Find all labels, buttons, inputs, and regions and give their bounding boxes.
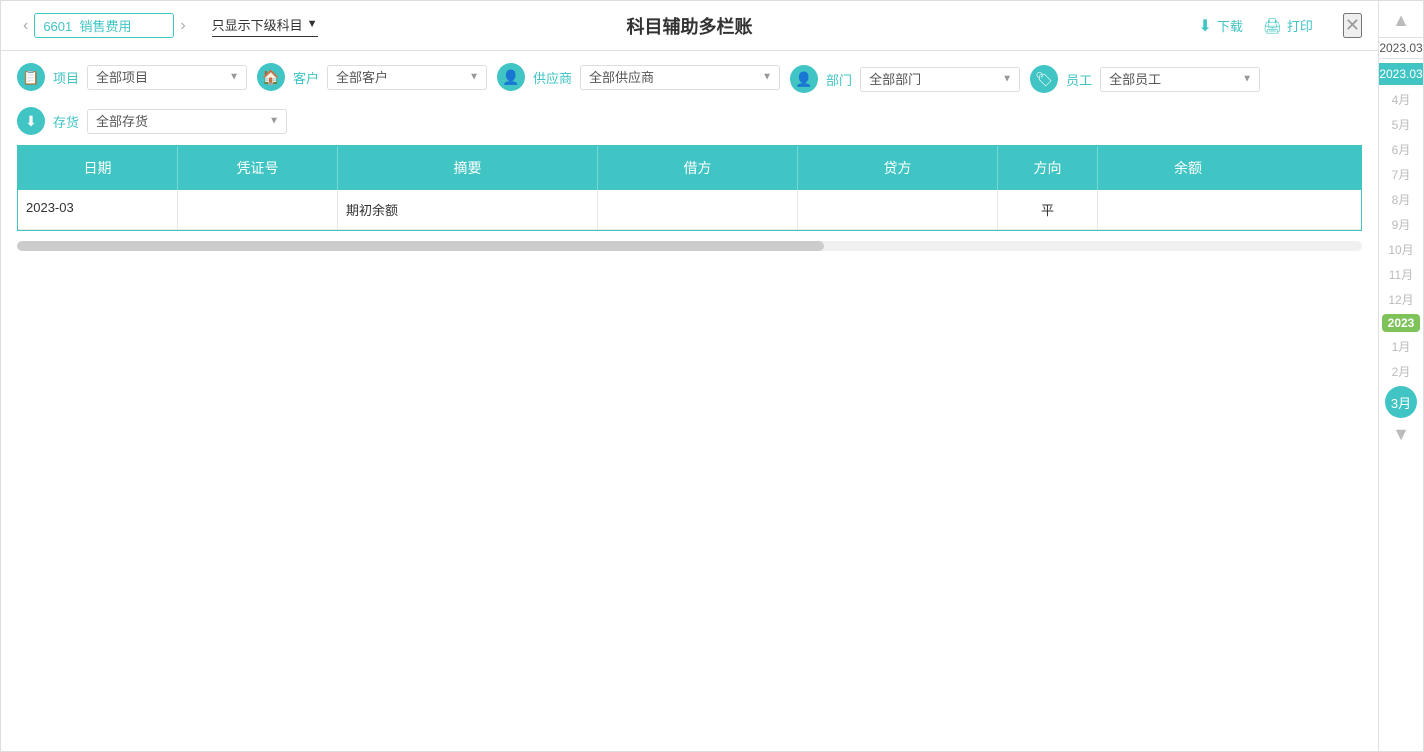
scrollbar-thumb[interactable] bbox=[17, 241, 824, 251]
inventory-select-wrapper: 全部存货 bbox=[87, 109, 287, 134]
supplier-label: 供应商 bbox=[533, 68, 572, 87]
department-select[interactable]: 全部部门 bbox=[860, 67, 1020, 92]
account-selector bbox=[34, 13, 174, 38]
col-voucher: 凭证号 bbox=[178, 146, 338, 190]
department-label: 部门 bbox=[826, 70, 852, 89]
print-button[interactable]: 🖨 打印 bbox=[1263, 16, 1313, 35]
table-row[interactable]: 2023-03 期初余额 平 bbox=[18, 190, 1361, 230]
sidebar-month-5[interactable]: 5月 bbox=[1381, 112, 1421, 137]
col-summary: 摘要 bbox=[338, 146, 598, 190]
sidebar-month-11[interactable]: 11月 bbox=[1381, 262, 1421, 287]
table-header: 日期 凭证号 摘要 借方 贷方 方向 余额 bbox=[18, 146, 1361, 190]
inventory-icon: ⬇ bbox=[17, 107, 45, 135]
inventory-label: 存货 bbox=[53, 112, 79, 131]
sidebar-month-3-active[interactable]: 3月 bbox=[1385, 386, 1417, 418]
cell-balance bbox=[1098, 190, 1278, 229]
header-actions: ⬇ 下载 🖨 打印 ✕ bbox=[1198, 13, 1362, 38]
department-select-wrapper: 全部部门 bbox=[860, 67, 1020, 92]
inventory-select[interactable]: 全部存货 bbox=[87, 109, 287, 134]
cell-voucher bbox=[178, 190, 338, 229]
sidebar-month-12[interactable]: 12月 bbox=[1381, 287, 1421, 312]
customer-icon: 🏠 bbox=[257, 63, 285, 91]
sidebar-nav-down[interactable]: ▼ bbox=[1388, 420, 1414, 449]
table-body: 2023-03 期初余额 平 bbox=[18, 190, 1361, 230]
sidebar-month-8[interactable]: 8月 bbox=[1381, 187, 1421, 212]
employee-select-wrapper: 全部员工 bbox=[1100, 67, 1260, 92]
year-badge: 2023 bbox=[1382, 314, 1421, 332]
close-button[interactable]: ✕ bbox=[1343, 13, 1362, 38]
department-filter: 👤 部门 全部部门 bbox=[790, 65, 1020, 93]
cell-credit bbox=[798, 190, 998, 229]
inventory-filter: ⬇ 存货 全部存货 bbox=[17, 107, 287, 135]
ledger-table: 日期 凭证号 摘要 借方 贷方 方向 余额 2023-03 期初余额 平 bbox=[17, 145, 1362, 231]
col-balance: 余额 bbox=[1098, 146, 1278, 190]
customer-select[interactable]: 全部客户 bbox=[327, 65, 487, 90]
cell-debit bbox=[598, 190, 798, 229]
cell-direction: 平 bbox=[998, 190, 1098, 229]
customer-select-wrapper: 全部客户 bbox=[327, 65, 487, 90]
download-icon: ⬇ bbox=[1198, 16, 1211, 36]
main-content: ‹ › 只显示下级科目 ▼ 科目辅助多栏账 ⬇ 下载 🖨 打印 ✕ bbox=[1, 1, 1378, 751]
employee-icon: 🏷 bbox=[1030, 65, 1058, 93]
cell-summary: 期初余额 bbox=[338, 190, 598, 229]
print-label: 打印 bbox=[1287, 16, 1313, 35]
supplier-select-wrapper: 全部供应商 bbox=[580, 65, 780, 90]
employee-select[interactable]: 全部员工 bbox=[1100, 67, 1260, 92]
col-credit: 贷方 bbox=[798, 146, 998, 190]
filter-bar: 📋 项目 全部项目 🏠 客户 全部客户 bbox=[1, 51, 1378, 145]
sidebar-month-9[interactable]: 9月 bbox=[1381, 212, 1421, 237]
project-icon: 📋 bbox=[17, 63, 45, 91]
download-button[interactable]: ⬇ 下载 bbox=[1198, 16, 1242, 36]
sidebar-period-header[interactable]: 2023.03 bbox=[1378, 37, 1423, 59]
employee-label: 员工 bbox=[1066, 70, 1092, 89]
project-select-wrapper: 全部项目 bbox=[87, 65, 247, 90]
prev-account-button[interactable]: ‹ bbox=[17, 15, 34, 37]
sidebar-month-2[interactable]: 2月 bbox=[1381, 359, 1421, 384]
page-title: 科目辅助多栏账 bbox=[627, 13, 753, 39]
customer-label: 客户 bbox=[293, 68, 319, 87]
horizontal-scrollbar[interactable] bbox=[17, 241, 1362, 251]
sidebar-nav-up[interactable]: ▲ bbox=[1388, 6, 1414, 35]
supplier-filter: 👤 供应商 全部供应商 bbox=[497, 63, 780, 91]
employee-filter: 🏷 员工 全部员工 bbox=[1030, 65, 1260, 93]
supplier-select[interactable]: 全部供应商 bbox=[580, 65, 780, 90]
header-bar: ‹ › 只显示下级科目 ▼ 科目辅助多栏账 ⬇ 下载 🖨 打印 ✕ bbox=[1, 1, 1378, 51]
col-debit: 借方 bbox=[598, 146, 798, 190]
project-label: 项目 bbox=[53, 68, 79, 87]
department-icon: 👤 bbox=[790, 65, 818, 93]
sidebar-month-4[interactable]: 4月 bbox=[1381, 87, 1421, 112]
sidebar-period-selected[interactable]: 2023.03 bbox=[1378, 63, 1423, 85]
sidebar-month-10[interactable]: 10月 bbox=[1381, 237, 1421, 262]
download-label: 下载 bbox=[1217, 16, 1243, 35]
next-account-button[interactable]: › bbox=[174, 15, 191, 37]
account-input[interactable] bbox=[34, 13, 174, 38]
col-direction: 方向 bbox=[998, 146, 1098, 190]
project-filter: 📋 项目 全部项目 bbox=[17, 63, 247, 91]
supplier-icon: 👤 bbox=[497, 63, 525, 91]
sidebar-month-6[interactable]: 6月 bbox=[1381, 137, 1421, 162]
sidebar-month-1[interactable]: 1月 bbox=[1381, 334, 1421, 359]
right-sidebar: ▲ 2023.03 2023.03 4月 5月 6月 7月 8月 9月 10月 … bbox=[1378, 1, 1423, 751]
show-sub-filter[interactable]: 只显示下级科目 ▼ bbox=[212, 15, 318, 37]
project-select[interactable]: 全部项目 bbox=[87, 65, 247, 90]
cell-date: 2023-03 bbox=[18, 190, 178, 229]
customer-filter: 🏠 客户 全部客户 bbox=[257, 63, 487, 91]
show-sub-label: 只显示下级科目 bbox=[212, 15, 303, 34]
col-date: 日期 bbox=[18, 146, 178, 190]
chevron-down-icon: ▼ bbox=[307, 18, 318, 30]
print-icon: 🖨 bbox=[1263, 17, 1282, 35]
sidebar-month-7[interactable]: 7月 bbox=[1381, 162, 1421, 187]
